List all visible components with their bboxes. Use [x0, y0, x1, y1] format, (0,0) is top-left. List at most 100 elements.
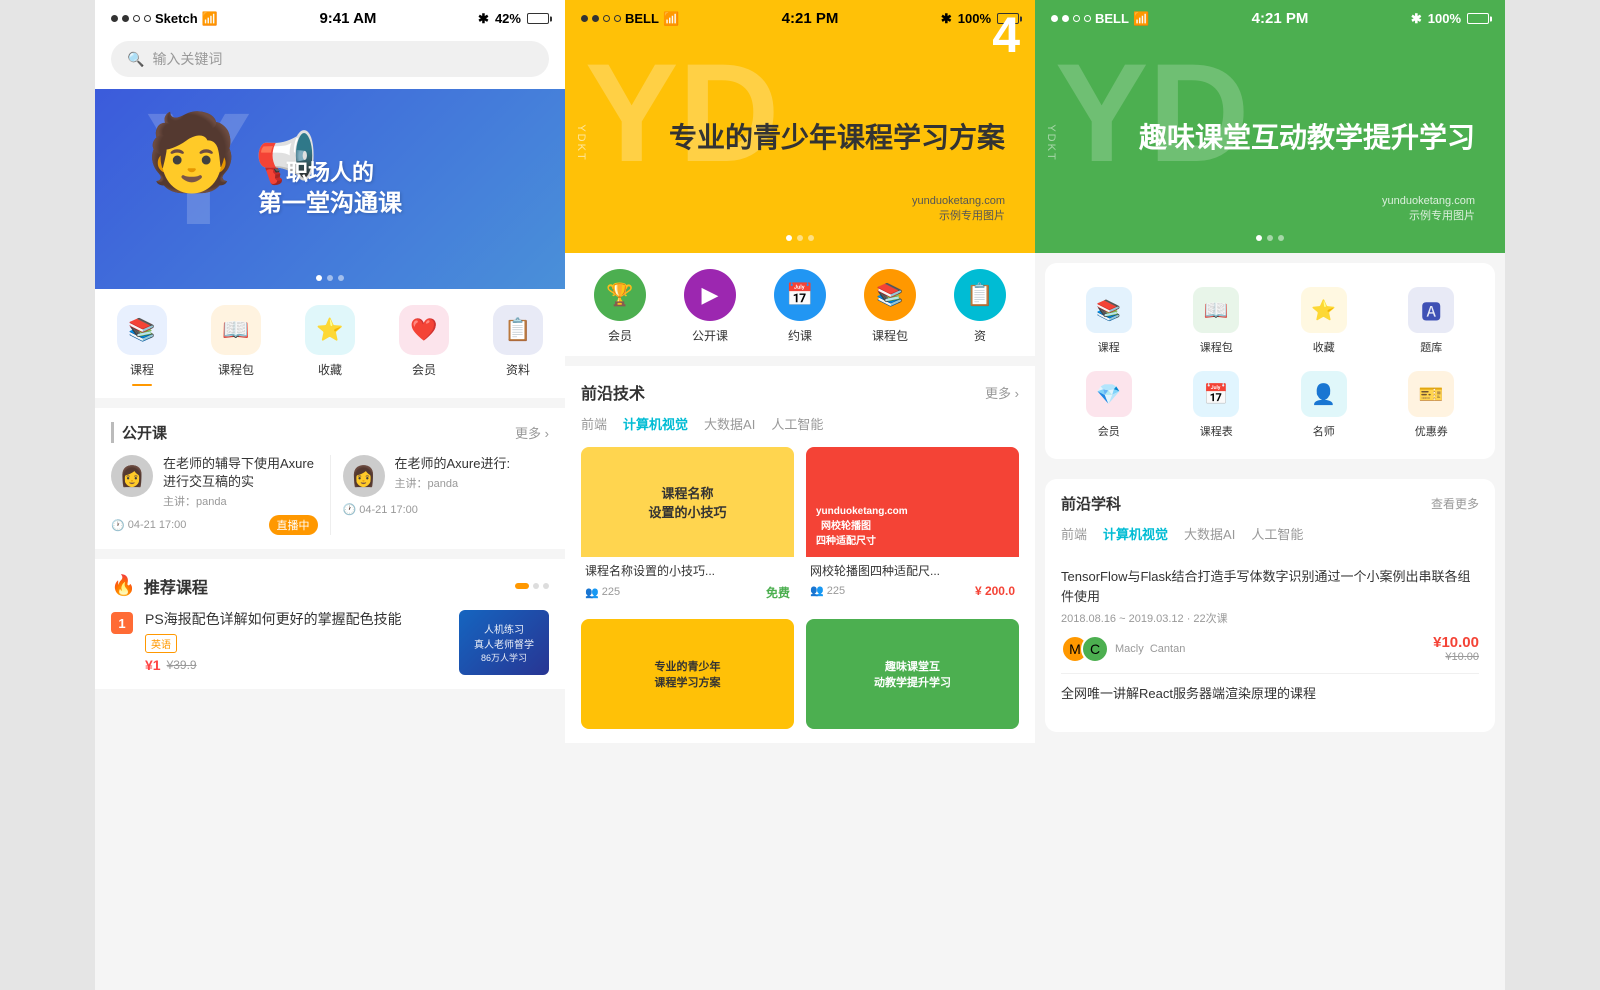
icon2-pkg-circle: 📚	[864, 269, 916, 321]
icon2-member[interactable]: 🏆 会员	[575, 269, 665, 344]
course-header-1: 👩 在老师的辅导下使用Axure进行交互稿的实 主讲：panda	[111, 455, 318, 509]
course-card-2[interactable]: 👩 在老师的Axure进行: 主讲：panda 🕐 04-21 17:00	[343, 455, 550, 535]
sec3-title: 前沿学科	[1061, 493, 1121, 514]
tag2-bigdata[interactable]: 大数据AI	[704, 414, 755, 433]
icon-pkg: 📖	[211, 305, 261, 355]
banner2-dots	[786, 235, 814, 241]
search-icon-1: 🔍	[127, 51, 144, 68]
icon-label-member: 会员	[412, 361, 436, 378]
course-info-2: 在老师的Axure进行: 主讲：panda	[395, 455, 550, 491]
tags3-row: 前端 计算机视觉 大数据AI 人工智能	[1061, 524, 1479, 543]
icon3-schedule-bg: 📅	[1193, 371, 1239, 417]
banner-text-1: 职场人的 第一堂沟通课	[258, 159, 402, 219]
more-link-public[interactable]: 更多 ›	[515, 423, 549, 442]
b3-dot-2	[1267, 235, 1273, 241]
price-new-1: ¥1	[145, 657, 161, 673]
active-underline	[132, 384, 152, 386]
icon-label-pkg: 课程包	[218, 361, 254, 378]
banner2-subtitle: 示例专用图片	[912, 207, 1005, 223]
banner-line2: 第一堂沟通课	[258, 188, 402, 219]
live-badge-1: 直播中	[269, 515, 318, 535]
icon-label-course: 课程	[130, 361, 154, 378]
price-row-1: ¥1 ¥39.9	[145, 657, 447, 673]
cg2-count-2: 👥 225	[810, 584, 845, 597]
course-teacher-1: 主讲：panda	[163, 493, 318, 509]
status-bar-2: BELL 📶 4:21 PM ✱ 100%	[565, 0, 1035, 33]
time-1: 9:41 AM	[319, 10, 376, 27]
icon3-collect-bg: ⭐	[1301, 287, 1347, 333]
cg2-card-3[interactable]: 专业的青少年课程学习方案	[581, 619, 794, 729]
cg2-card-2[interactable]: yunduoketang.com 4 网校轮播图四种适配尺寸 网校轮播图四种适配…	[806, 447, 1019, 607]
battery-icon-3	[1467, 13, 1489, 24]
battery-icon-1	[527, 13, 549, 24]
cg2-card-4[interactable]: 趣味课堂互动教学提升学习	[806, 619, 1019, 729]
icon-item-member[interactable]: ❤️ 会员	[377, 305, 471, 386]
b2-dot-1	[786, 235, 792, 241]
icon2-pkg[interactable]: 📚 课程包	[845, 269, 935, 344]
tag2-cv[interactable]: 计算机视觉	[623, 414, 688, 433]
icon3-quiz[interactable]: 🅰 题库	[1378, 287, 1486, 355]
course-time-1: 🕐 04-21 17:00	[111, 519, 186, 532]
time-val-2: 04-21 17:00	[359, 504, 418, 516]
icon3-collect[interactable]: ⭐ 收藏	[1270, 287, 1378, 355]
icon-item-data[interactable]: 📋 资料	[471, 305, 565, 386]
banner3-subtitle: 示例专用图片	[1382, 207, 1475, 223]
s2-dot1	[581, 15, 588, 22]
rec-content-1: PS海报配色详解如何更好的掌握配色技能 英语 ¥1 ¥39.9	[145, 610, 447, 673]
icon3-schedule[interactable]: 📅 课程表	[1163, 371, 1271, 439]
icon3-label-quiz: 题库	[1420, 339, 1442, 355]
icon3-coupon[interactable]: 🎫 优惠券	[1378, 371, 1486, 439]
see-more-link[interactable]: 查看更多	[1431, 495, 1479, 512]
course-info-1: 在老师的辅导下使用Axure进行交互稿的实 主讲：panda	[163, 455, 318, 509]
icon-item-pkg[interactable]: 📖 课程包	[189, 305, 283, 386]
icon-item-course[interactable]: 📚 课程	[95, 305, 189, 386]
s2-dot2	[592, 15, 599, 22]
icon-item-collect[interactable]: ⭐ 收藏	[283, 305, 377, 386]
phone-screen-3: BELL 📶 4:21 PM ✱ 100% YDKT YD 趣味课堂互动教学提升…	[1035, 0, 1505, 990]
banner3-big-letter: YD	[1055, 43, 1249, 183]
icon3-pkg[interactable]: 📖 课程包	[1163, 287, 1271, 355]
status-left-1: Sketch 📶	[111, 11, 218, 27]
tag2-frontend[interactable]: 前端	[581, 414, 607, 433]
cg2-card-1[interactable]: 课程名称设置的小技巧 课程名称设置的小技巧... 👥 225 免费	[581, 447, 794, 607]
phone-screen-1: Sketch 📶 9:41 AM ✱ 42% 🔍 输入关键词 Y 🧑 📢 职场人…	[95, 0, 565, 990]
more-link-2[interactable]: 更多 ›	[985, 383, 1019, 402]
cg2-price-1: 免费	[766, 584, 790, 601]
rec-item-1[interactable]: 1 PS海报配色详解如何更好的掌握配色技能 英语 ¥1 ¥39.9 人机练习真人…	[111, 610, 549, 675]
course3-item-1[interactable]: TensorFlow与Flask结合打造手写体数字识别通过一个小案例出串联各组件…	[1061, 557, 1479, 674]
banner-dot-3	[338, 275, 344, 281]
tag3-bigdata[interactable]: 大数据AI	[1184, 524, 1235, 543]
rec-dot-3	[543, 583, 549, 589]
cg2-thumb-1: 课程名称设置的小技巧	[581, 447, 794, 557]
price3-old-1: ¥10.00	[1433, 651, 1479, 663]
icon2-data[interactable]: 📋 资	[935, 269, 1025, 344]
search-placeholder-1: 输入关键词	[152, 49, 222, 69]
banner2-ydkt: YDKT	[575, 124, 587, 161]
tag3-ai[interactable]: 人工智能	[1251, 524, 1303, 543]
cg2-price-2: ¥ 200.0	[975, 584, 1015, 598]
icon3-member[interactable]: 💎 会员	[1055, 371, 1163, 439]
tag-badge-1: 英语	[145, 634, 177, 653]
tag2-ai[interactable]: 人工智能	[771, 414, 823, 433]
icon2-schedule[interactable]: 📅 约课	[755, 269, 845, 344]
icon3-teacher[interactable]: 👤 名师	[1270, 371, 1378, 439]
status-bar-3: BELL 📶 4:21 PM ✱ 100%	[1035, 0, 1505, 33]
tag3-cv[interactable]: 计算机视觉	[1103, 524, 1168, 543]
price3-col-1: ¥10.00 ¥10.00	[1433, 634, 1479, 663]
cg2-info-2: 网校轮播图四种适配尺... 👥 225 ¥ 200.0	[806, 557, 1019, 604]
banner2-website: yunduoketang.com	[912, 195, 1005, 207]
course-list: 👩 在老师的辅导下使用Axure进行交互稿的实 主讲：panda 🕐 04-21…	[111, 455, 549, 535]
status-bar-1: Sketch 📶 9:41 AM ✱ 42%	[95, 0, 565, 33]
search-bar-1: 🔍 输入关键词	[95, 33, 565, 89]
course3-item-2[interactable]: 全网唯一讲解React服务器端渲染原理的课程	[1061, 674, 1479, 718]
icon3-course[interactable]: 📚 课程	[1055, 287, 1163, 355]
s2-dot3	[603, 15, 610, 22]
course-card-1[interactable]: 👩 在老师的辅导下使用Axure进行交互稿的实 主讲：panda 🕐 04-21…	[111, 455, 318, 535]
icon2-public[interactable]: ▶ 公开课	[665, 269, 755, 344]
front-tech-section: 前沿技术 更多 › 前端 计算机视觉 大数据AI 人工智能 课程名称设置的小技巧…	[565, 366, 1035, 743]
icon-label-data: 资料	[506, 361, 530, 378]
tag3-frontend[interactable]: 前端	[1061, 524, 1087, 543]
wifi-icon-3: 📶	[1133, 11, 1149, 27]
banner-dots-1	[316, 275, 344, 281]
search-input-1[interactable]: 🔍 输入关键词	[111, 41, 549, 77]
